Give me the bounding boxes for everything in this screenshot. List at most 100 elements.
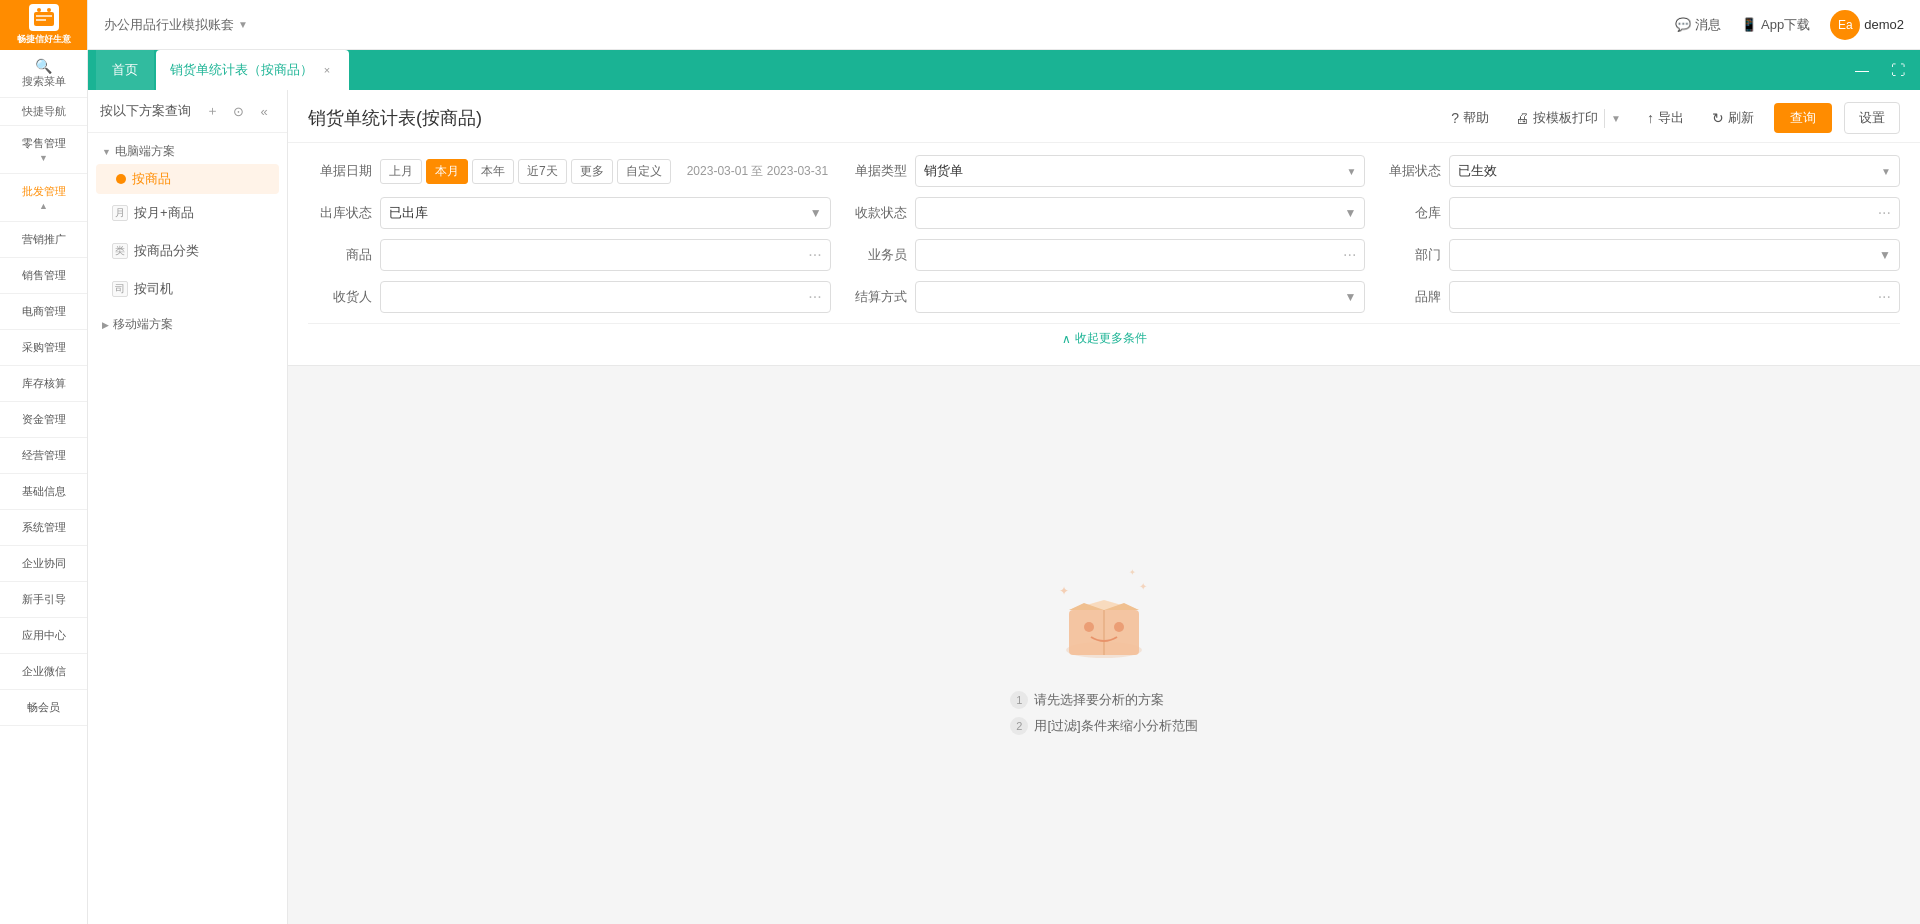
user-avatar-btn[interactable]: Ea demo2	[1830, 10, 1904, 40]
doc-type-dropdown[interactable]: 销货单 ▼	[915, 155, 1366, 187]
filter-row-4: 收货人 ··· 结算方式 ▼	[308, 281, 1900, 313]
tip-num-2: 2	[1010, 717, 1028, 735]
scheme-item-month-goods[interactable]: 月 按月+商品	[108, 198, 214, 228]
doc-type-label: 单据类型	[843, 162, 915, 180]
date-btn-this-year[interactable]: 本年	[472, 159, 514, 184]
settings-btn[interactable]: 设置	[1844, 102, 1900, 134]
svg-point-8	[1084, 622, 1094, 632]
sidebar-item-ecommerce[interactable]: 电商管理	[0, 294, 87, 330]
sidebar-quick-nav[interactable]: 快捷导航	[0, 98, 87, 126]
scheme-group-pc-title[interactable]: ▼ 电脑端方案	[96, 139, 279, 164]
sidebar-search[interactable]: 🔍 搜索菜单	[0, 50, 87, 98]
sidebar-item-system[interactable]: 系统管理	[0, 510, 87, 546]
app-name: 畅捷信好生意	[17, 33, 71, 46]
receipt-status-value: ▼	[915, 197, 1366, 229]
scheme-item-driver[interactable]: 司 按司机	[108, 274, 193, 304]
doc-status-dropdown[interactable]: 已生效 ▼	[1449, 155, 1900, 187]
empty-tips: 1 请先选择要分析的方案 2 用[过滤]条件来缩小分析范围	[1010, 691, 1197, 735]
goods-value: ···	[380, 239, 831, 271]
svg-rect-1	[36, 15, 52, 17]
filter-cell-goods: 商品 ···	[308, 239, 831, 271]
recipient-field[interactable]: ···	[380, 281, 831, 313]
recipient-dots[interactable]: ···	[808, 288, 821, 306]
scheme-item-goods-category[interactable]: 类 按商品分类	[108, 236, 219, 266]
print-btn[interactable]: 🖨 按模板打印	[1509, 105, 1604, 131]
doc-status-value: 已生效 ▼	[1449, 155, 1900, 187]
page-title: 销货单统计表(按商品)	[308, 106, 482, 130]
sidebar-item-sales[interactable]: 销售管理	[0, 258, 87, 294]
dept-value: ▼	[1449, 239, 1900, 271]
sidebar-item-purchase[interactable]: 采购管理	[0, 330, 87, 366]
scheme-group-mobile-title[interactable]: ▶ 移动端方案	[96, 312, 279, 337]
goods-dots[interactable]: ···	[808, 246, 821, 264]
app-download-btn[interactable]: 📱 App下载	[1741, 16, 1810, 34]
date-btn-this-month[interactable]: 本月	[426, 159, 468, 184]
filter-cell-recipient: 收货人 ···	[308, 281, 831, 313]
sidebar-item-member[interactable]: 畅会员	[0, 690, 87, 726]
sidebar-item-marketing[interactable]: 营销推广	[0, 222, 87, 258]
scheme-subgroup3: 司 按司机	[96, 270, 279, 308]
date-label: 单据日期	[308, 162, 380, 180]
filter-cell-dept: 部门 ▼	[1377, 239, 1900, 271]
sidebar-item-retail[interactable]: 零售管理 ▼	[0, 126, 87, 174]
receipt-status-dropdown[interactable]: ▼	[915, 197, 1366, 229]
sidebar-item-wholesale[interactable]: 批发管理 ▲	[0, 174, 87, 222]
tab-active[interactable]: 销货单统计表（按商品） ×	[156, 50, 349, 90]
print-dropdown-btn[interactable]: ▼	[1604, 109, 1627, 128]
date-btn-last-month[interactable]: 上月	[380, 159, 422, 184]
empty-tip-1: 1 请先选择要分析的方案	[1010, 691, 1197, 709]
tab-maximize-btn[interactable]: ⛶	[1884, 56, 1912, 84]
sidebar-item-inventory[interactable]: 库存核算	[0, 366, 87, 402]
scheme-add-btn[interactable]: ＋	[201, 100, 223, 122]
date-btn-7days[interactable]: 近7天	[518, 159, 567, 184]
svg-rect-2	[36, 19, 46, 21]
salesperson-field[interactable]: ···	[915, 239, 1366, 271]
empty-tip-2: 2 用[过滤]条件来缩小分析范围	[1010, 717, 1197, 735]
empty-illustration: ✦ ✦ ✦	[1044, 555, 1164, 675]
scheme-header-icons: ＋ ⊙ «	[201, 100, 275, 122]
date-btn-custom[interactable]: 自定义	[617, 159, 671, 184]
dept-dropdown[interactable]: ▼	[1449, 239, 1900, 271]
warehouse-field[interactable]: ···	[1449, 197, 1900, 229]
sidebar-item-basic[interactable]: 基础信息	[0, 474, 87, 510]
main-panel: 销货单统计表(按商品) ? 帮助 🖨 按模板打印 ▼ ↑	[288, 90, 1920, 924]
scheme-item-by-goods[interactable]: 按商品	[96, 164, 279, 194]
collapse-bar[interactable]: ∧ 收起更多条件	[308, 323, 1900, 353]
goods-category-icon: 类	[112, 243, 128, 259]
out-status-dropdown[interactable]: 已出库 ▼	[380, 197, 831, 229]
sidebar-item-finance[interactable]: 资金管理	[0, 402, 87, 438]
sidebar-item-wechat[interactable]: 企业微信	[0, 654, 87, 690]
warehouse-dots[interactable]: ···	[1878, 204, 1891, 222]
scheme-edit-btn[interactable]: ⊙	[227, 100, 249, 122]
out-status-chevron: ▼	[810, 206, 822, 220]
message-btn[interactable]: 💬 消息	[1675, 16, 1721, 34]
sidebar-item-operation[interactable]: 经营管理	[0, 438, 87, 474]
export-btn[interactable]: ↑ 导出	[1639, 105, 1692, 131]
scheme-collapse-btn[interactable]: «	[253, 100, 275, 122]
brand-field[interactable]: ···	[1449, 281, 1900, 313]
sidebar-item-newbie[interactable]: 新手引导	[0, 582, 87, 618]
sidebar-item-enterprise[interactable]: 企业协同	[0, 546, 87, 582]
sidebar-item-apps[interactable]: 应用中心	[0, 618, 87, 654]
date-btn-more[interactable]: 更多	[571, 159, 613, 184]
brand-value: ···	[1449, 281, 1900, 313]
settlement-dropdown[interactable]: ▼	[915, 281, 1366, 313]
filter-area: 单据日期 上月 本月 本年 近7天 更多 自定义 2023-03-01 至 20…	[288, 143, 1920, 366]
salesperson-dots[interactable]: ···	[1343, 246, 1356, 264]
breadcrumb-dropdown-icon[interactable]: ▼	[238, 19, 248, 30]
query-btn[interactable]: 查询	[1774, 103, 1832, 133]
breadcrumb: 办公用品行业模拟账套 ▼	[104, 16, 248, 34]
tab-minimize-btn[interactable]: —	[1848, 56, 1876, 84]
goods-field[interactable]: ···	[380, 239, 831, 271]
goods-label: 商品	[308, 246, 380, 264]
out-status-label: 出库状态	[308, 204, 380, 222]
salesperson-value: ···	[915, 239, 1366, 271]
receipt-chevron: ▼	[1344, 206, 1356, 220]
tab-home[interactable]: 首页	[96, 50, 154, 90]
tab-close-btn[interactable]: ×	[319, 62, 335, 78]
refresh-btn[interactable]: ↻ 刷新	[1704, 105, 1762, 131]
receipt-status-label: 收款状态	[843, 204, 915, 222]
content-area: 按以下方案查询 ＋ ⊙ « ▼ 电脑端方案 按商品 月	[88, 90, 1920, 924]
brand-dots[interactable]: ···	[1878, 288, 1891, 306]
help-btn[interactable]: ? 帮助	[1443, 105, 1497, 131]
